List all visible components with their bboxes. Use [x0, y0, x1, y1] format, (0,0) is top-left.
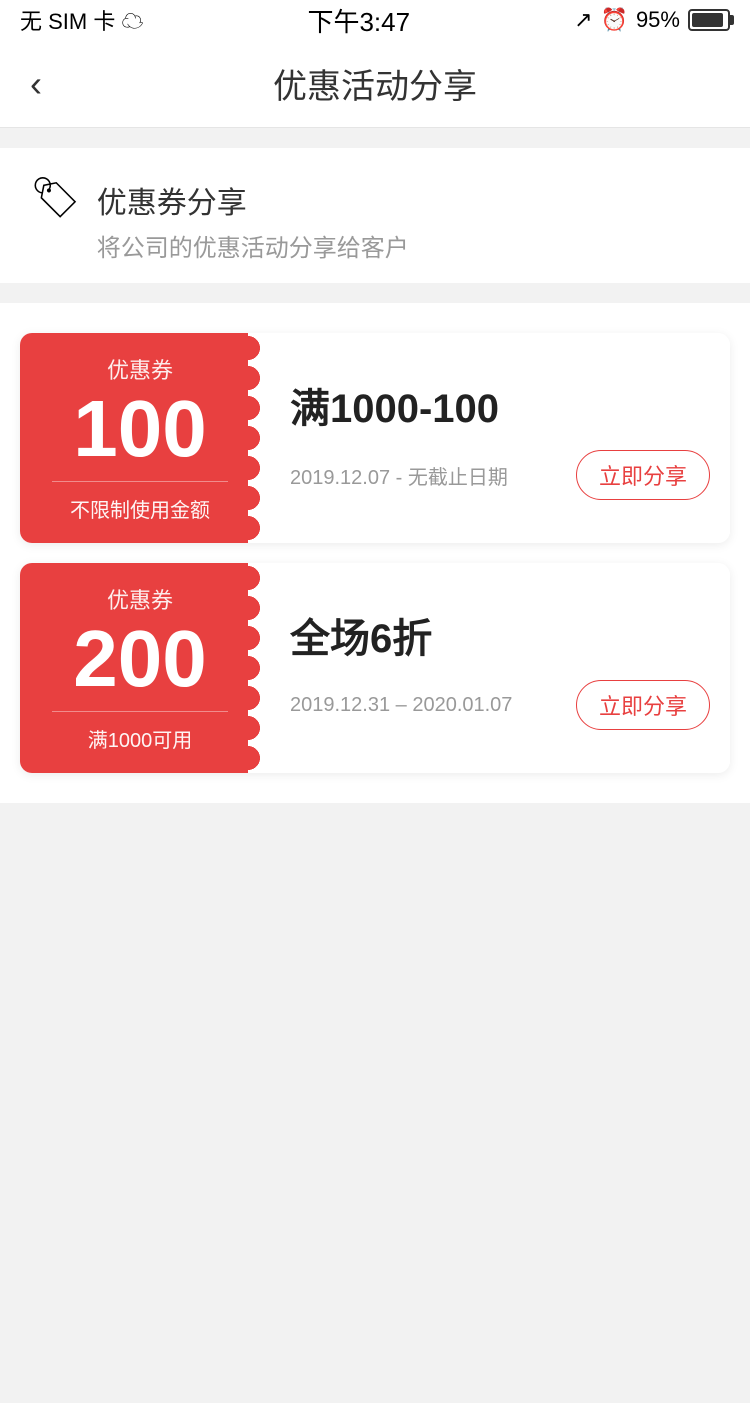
status-right: ↗ ⏰ 95%	[574, 7, 730, 33]
location-icon: ↗	[574, 7, 592, 33]
section-title: 优惠券分享	[97, 178, 409, 222]
coupon-divider-2	[52, 711, 228, 712]
bottom-area	[0, 803, 750, 1403]
status-time: 下午3:47	[307, 2, 410, 39]
coupon-right-2: 全场6折 2019.12.31 – 2020.01.07 立即分享	[260, 563, 730, 773]
coupon-label-2: 优惠券	[107, 583, 173, 615]
coupon-name-2: 全场6折	[290, 606, 710, 664]
section-header: 🏷 优惠券分享 将公司的优惠活动分享给客户	[0, 148, 750, 283]
coupon-name-1: 满1000-100	[290, 376, 710, 434]
coupon-item-2: 优惠券 200 满1000可用 全场6折 2019.12.31 – 2020.0…	[20, 563, 730, 773]
coupon-label-1: 优惠券	[107, 353, 173, 385]
coupon-meta-2: 2019.12.31 – 2020.01.07 立即分享	[290, 680, 710, 730]
coupon-item-1: 优惠券 100 不限制使用金额 满1000-100 2019.12.07 - 无…	[20, 333, 730, 543]
no-sim-label: 无 SIM 卡 ☁	[20, 4, 143, 36]
coupon-date-1: 2019.12.07 - 无截止日期	[290, 461, 508, 490]
coupon-divider-1	[52, 481, 228, 482]
back-button[interactable]: ‹	[30, 63, 42, 105]
coupon-right-1: 满1000-100 2019.12.07 - 无截止日期 立即分享	[260, 333, 730, 543]
battery-icon	[688, 9, 730, 31]
coupon-amount-2: 200	[73, 619, 206, 699]
coupon-date-2: 2019.12.31 – 2020.01.07	[290, 694, 512, 717]
section-subtitle: 将公司的优惠活动分享给客户	[97, 228, 409, 263]
status-bar: 无 SIM 卡 ☁ 下午3:47 ↗ ⏰ 95%	[0, 0, 750, 40]
battery-label: 95%	[636, 7, 680, 33]
coupon-left-2: 优惠券 200 满1000可用	[20, 563, 260, 773]
nav-bar: ‹ 优惠活动分享	[0, 40, 750, 128]
coupon-list: 优惠券 100 不限制使用金额 满1000-100 2019.12.07 - 无…	[0, 303, 750, 803]
coupon-condition-2: 满1000可用	[84, 724, 197, 753]
coupon-share-btn-1[interactable]: 立即分享	[576, 450, 710, 500]
page-title: 优惠活动分享	[273, 59, 477, 108]
section-text: 优惠券分享 将公司的优惠活动分享给客户	[97, 178, 409, 263]
status-left: 无 SIM 卡 ☁	[20, 4, 143, 36]
coupon-share-icon: 🏷	[30, 178, 81, 218]
coupon-condition-1: 不限制使用金额	[66, 494, 214, 523]
coupon-left-1: 优惠券 100 不限制使用金额	[20, 333, 260, 543]
coupon-share-btn-2[interactable]: 立即分享	[576, 680, 710, 730]
alarm-icon: ⏰	[601, 7, 628, 33]
coupon-meta-1: 2019.12.07 - 无截止日期 立即分享	[290, 450, 710, 500]
coupon-amount-1: 100	[73, 389, 206, 469]
